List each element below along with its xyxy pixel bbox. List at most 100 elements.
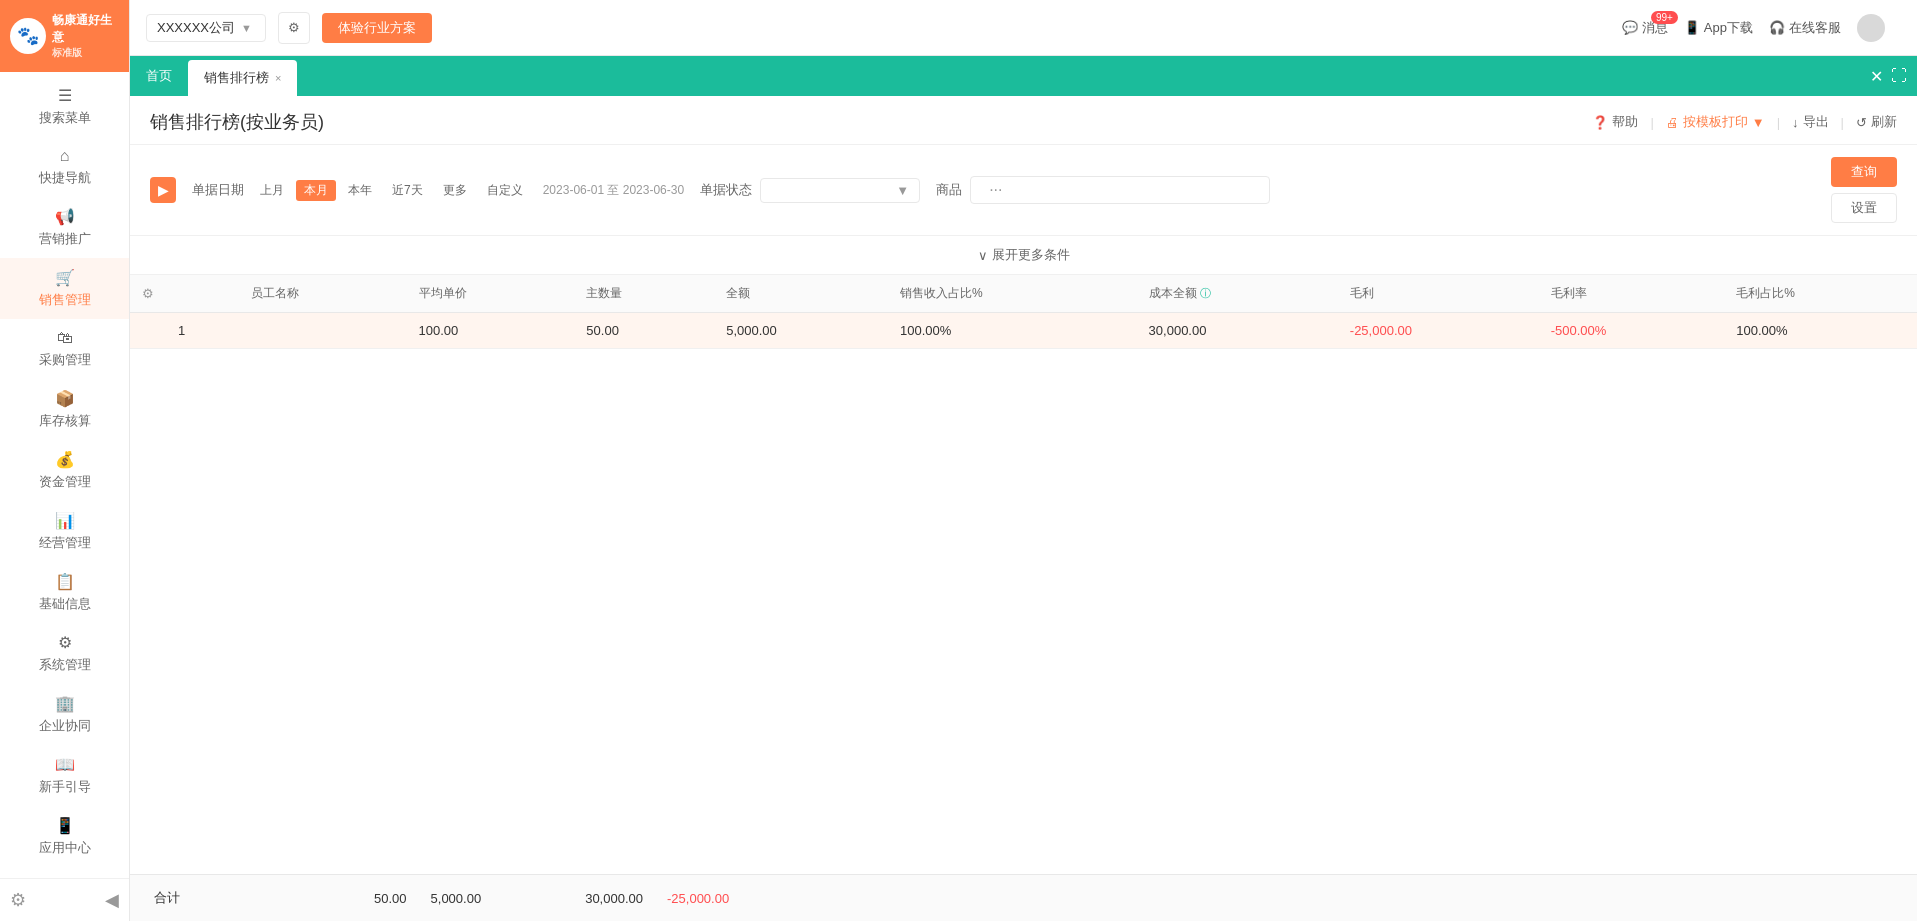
sidebar-item-enterprise[interactable]: 🏢 企业协同 <box>0 684 129 745</box>
sidebar-label-basic: 基础信息 <box>39 595 91 613</box>
divider-1: | <box>1650 115 1653 130</box>
date-range-text: 2023-06-01 至 2023-06-30 <box>543 182 684 199</box>
expand-icon: ∨ <box>978 248 988 263</box>
sidebar-item-purchase[interactable]: 🛍 采购管理 <box>0 319 129 379</box>
message-button[interactable]: 💬 消息 99+ <box>1622 19 1668 37</box>
col-gross-header: 毛利 <box>1338 275 1539 313</box>
content-area: 销售排行榜(按业务员) ❓ 帮助 | 🖨 按模板打印 ▼ | ↓ <box>130 96 1917 921</box>
topbar: XXXXXX公司 ▼ ⚙ 体验行业方案 💬 消息 99+ 📱 App下载 🎧 在… <box>130 0 1917 56</box>
company-dropdown-arrow: ▼ <box>241 22 252 34</box>
sidebar-item-quicknav[interactable]: ⌂ 快捷导航 <box>0 137 129 197</box>
footer-quantity: 50.00 <box>362 887 419 910</box>
sidebar-item-search[interactable]: ☰ 搜索菜单 <box>0 76 129 137</box>
sidebar-item-marketing[interactable]: 📢 营销推广 <box>0 197 129 258</box>
message-icon: 💬 <box>1622 20 1638 35</box>
refresh-button[interactable]: ↺ 刷新 <box>1856 113 1897 131</box>
refresh-label: 刷新 <box>1871 113 1897 131</box>
footer-amount: 5,000.00 <box>419 887 494 910</box>
sidebar-item-guide[interactable]: 📖 新手引导 <box>0 745 129 806</box>
settings-button[interactable]: ⚙ <box>278 12 310 44</box>
sidebar-label-operations: 经营管理 <box>39 534 91 552</box>
date-tab-more[interactable]: 更多 <box>435 180 475 201</box>
app-icon: 📱 <box>1684 20 1700 35</box>
finance-icon: 💰 <box>55 450 75 469</box>
tab-home[interactable]: 首页 <box>130 56 188 96</box>
table-wrap: ⚙ 员工名称 平均单价 主数量 全额 销售收入占比% 成本全额 ⓘ 毛利 毛利率… <box>130 275 1917 874</box>
sidebar-label-guide: 新手引导 <box>39 778 91 796</box>
help-button[interactable]: ❓ 帮助 <box>1592 113 1638 131</box>
tab-sales-rank[interactable]: 销售排行榜 × <box>188 60 297 96</box>
tabbar-close-icon[interactable]: ✕ <box>1870 67 1883 86</box>
filter-expand-arrow[interactable]: ▶ <box>150 177 176 203</box>
guide-icon: 📖 <box>55 755 75 774</box>
footer-gross: -25,000.00 <box>655 887 741 910</box>
footer-cost: 30,000.00 <box>573 887 655 910</box>
basic-icon: 📋 <box>55 572 75 591</box>
service-label: 在线客服 <box>1789 19 1841 37</box>
expand-row: ∨ 展开更多条件 <box>130 236 1917 275</box>
query-button[interactable]: 查询 <box>1831 157 1897 187</box>
collapse-icon[interactable]: ◀ <box>105 889 119 911</box>
date-filter-group: 单据日期 上月 本月 本年 近7天 更多 自定义 2023-06-01 至 20… <box>192 180 684 201</box>
sales-icon: 🛒 <box>55 268 75 287</box>
row-margin-cell: -500.00% <box>1539 313 1725 349</box>
service-icon: 🎧 <box>1769 20 1785 35</box>
footer-avg-spacer <box>282 894 362 902</box>
page-title: 销售排行榜(按业务员) <box>150 110 324 134</box>
sidebar-item-finance[interactable]: 💰 资金管理 <box>0 440 129 501</box>
settings-filter-button[interactable]: 设置 <box>1831 193 1897 223</box>
marketing-icon: 📢 <box>55 207 75 226</box>
tabbar-fullscreen-icon[interactable]: ⛶ <box>1891 67 1907 85</box>
page-container: 销售排行榜(按业务员) ❓ 帮助 | 🖨 按模板打印 ▼ | ↓ <box>130 96 1917 921</box>
col-settings-icon[interactable]: ⚙ <box>142 286 154 301</box>
sidebar-label-purchase: 采购管理 <box>39 351 91 369</box>
online-service-button[interactable]: 🎧 在线客服 <box>1769 19 1841 37</box>
export-label: 导出 <box>1803 113 1829 131</box>
date-tab-lastmonth[interactable]: 上月 <box>252 180 292 201</box>
date-tab-thisyear[interactable]: 本年 <box>340 180 380 201</box>
col-rank-header <box>166 275 239 313</box>
sidebar-item-appcenter[interactable]: 📱 应用中心 <box>0 806 129 867</box>
expand-label: 展开更多条件 <box>992 246 1070 264</box>
col-gppct-header: 毛利占比% <box>1724 275 1917 313</box>
goods-label: 商品 <box>936 181 962 199</box>
filter-action-btns: 查询 设置 <box>1831 157 1897 223</box>
settings-footer-icon[interactable]: ⚙ <box>10 889 26 911</box>
date-tab-7days[interactable]: 近7天 <box>384 180 431 201</box>
status-select[interactable]: ▼ <box>760 178 920 203</box>
date-tab-thismonth[interactable]: 本月 <box>296 180 336 201</box>
sidebar-item-operations[interactable]: 📊 经营管理 <box>0 501 129 562</box>
sidebar-label-search: 搜索菜单 <box>39 109 91 127</box>
sidebar-item-inventory[interactable]: 📦 库存核算 <box>0 379 129 440</box>
logo-version: 标准版 <box>52 46 119 60</box>
logo-name: 畅康通好生意 <box>52 12 119 46</box>
message-badge: 99+ <box>1651 11 1678 24</box>
app-download-button[interactable]: 📱 App下载 <box>1684 19 1753 37</box>
sidebar-item-system[interactable]: ⚙ 系统管理 <box>0 623 129 684</box>
date-tab-group: 上月 本月 本年 近7天 更多 自定义 <box>252 180 531 201</box>
app-logo: 🐾 畅康通好生意 标准版 <box>0 0 129 72</box>
operations-icon: 📊 <box>55 511 75 530</box>
table-header-row: ⚙ 员工名称 平均单价 主数量 全额 销售收入占比% 成本全额 ⓘ 毛利 毛利率… <box>130 275 1917 313</box>
user-avatar[interactable] <box>1857 14 1885 42</box>
goods-more-icon[interactable]: ··· <box>989 181 1002 199</box>
export-button[interactable]: ↓ 导出 <box>1792 113 1829 131</box>
trial-button[interactable]: 体验行业方案 <box>322 13 432 43</box>
sidebar-label-enterprise: 企业协同 <box>39 717 91 735</box>
expand-more-button[interactable]: ∨ 展开更多条件 <box>978 242 1070 268</box>
date-tab-custom[interactable]: 自定义 <box>479 180 531 201</box>
system-icon: ⚙ <box>58 633 72 652</box>
goods-select[interactable]: ··· <box>970 176 1270 204</box>
row-gppct-cell: 100.00% <box>1724 313 1917 349</box>
sidebar-item-sales[interactable]: 🛒 销售管理 <box>0 258 129 319</box>
sidebar-label-sales: 销售管理 <box>39 291 91 309</box>
tabbar: 首页 销售排行榜 × ✕ ⛶ <box>130 56 1917 96</box>
help-label: 帮助 <box>1612 113 1638 131</box>
col-employee-header: 员工名称 <box>239 275 407 313</box>
tab-close-icon[interactable]: × <box>275 72 281 84</box>
print-button[interactable]: 🖨 按模板打印 ▼ <box>1666 113 1765 131</box>
company-selector[interactable]: XXXXXX公司 ▼ <box>146 14 266 42</box>
sidebar-item-basic[interactable]: 📋 基础信息 <box>0 562 129 623</box>
sidebar-item-wechat[interactable]: 💬 企业微信 <box>0 867 129 878</box>
table-row: 1 100.00 50.00 5,000.00 100.00% 30,000.0… <box>130 313 1917 349</box>
